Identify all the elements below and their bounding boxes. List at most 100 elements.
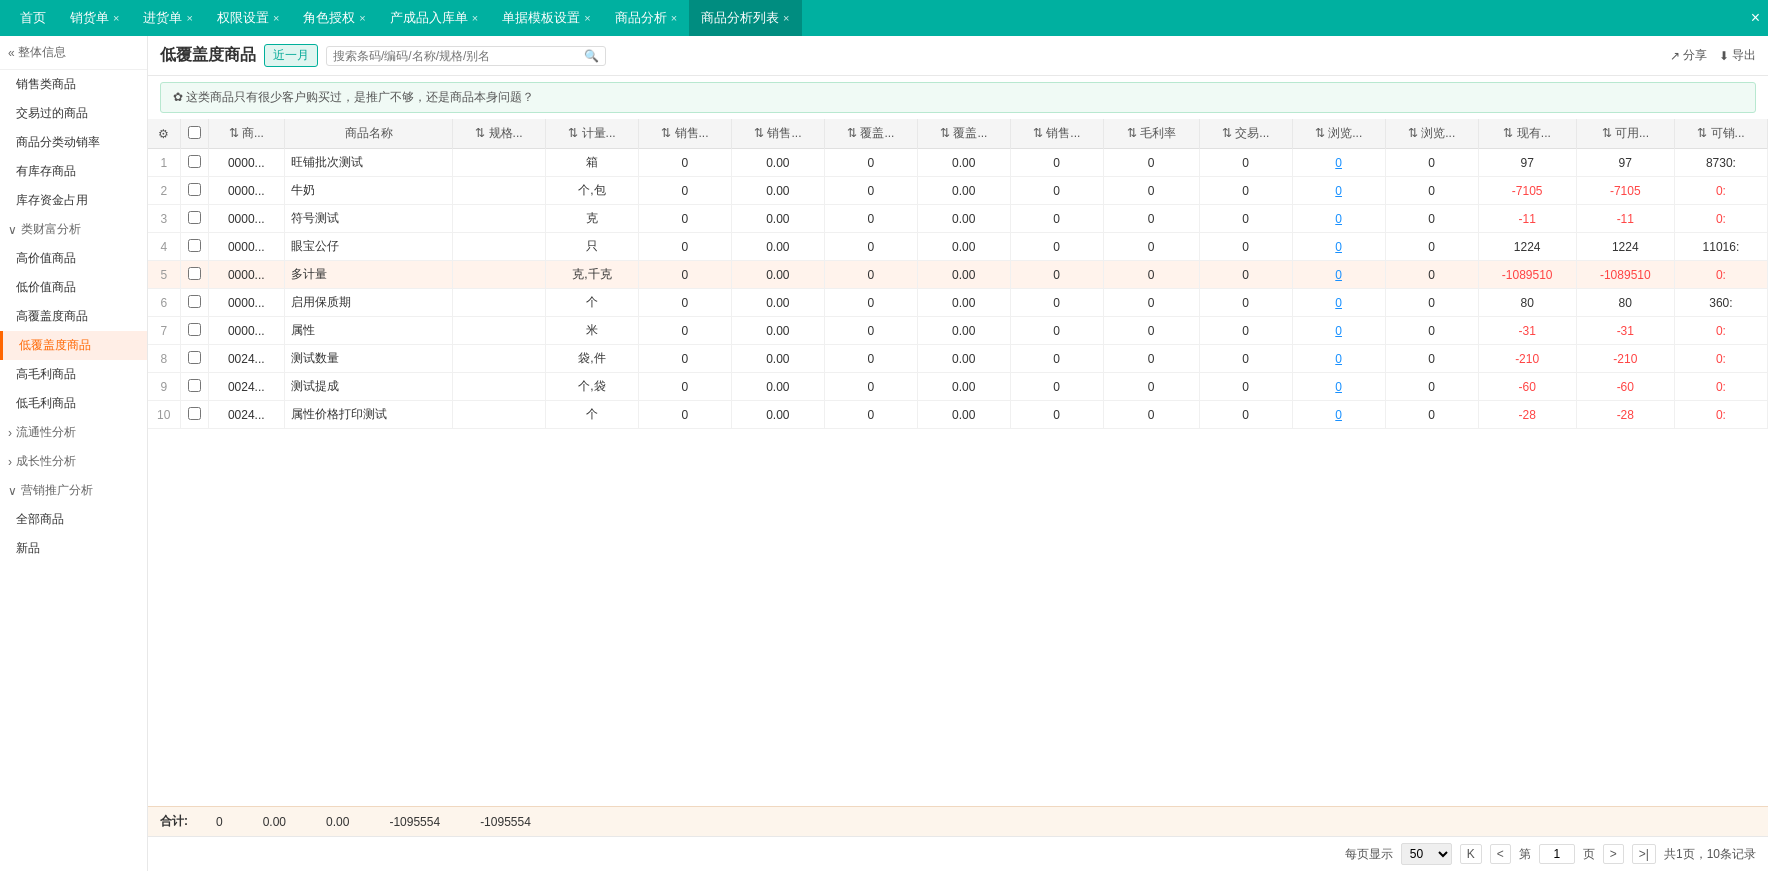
col-sales3[interactable]: ⇅ 销售...	[1010, 119, 1103, 149]
close-icon[interactable]: ×	[472, 12, 478, 24]
row-spec	[452, 289, 545, 317]
sidebar-item-sales-goods[interactable]: 销售类商品	[0, 70, 147, 99]
row-browse1[interactable]: 0	[1292, 401, 1385, 429]
row-number: 1	[148, 149, 180, 177]
row-cover1: 0	[824, 345, 917, 373]
col-sales-qty[interactable]: ⇅ 销售...	[638, 119, 731, 149]
row-browse1[interactable]: 0	[1292, 317, 1385, 345]
sidebar-item-low-value[interactable]: 低价值商品	[0, 273, 147, 302]
col-code[interactable]: ⇅ 商...	[208, 119, 285, 149]
row-browse1[interactable]: 0	[1292, 345, 1385, 373]
table-header-row: ⚙ ⇅ 商... 商品名称 ⇅ 规格... ⇅ 计量.	[148, 119, 1768, 149]
row-trade: 0	[1199, 149, 1292, 177]
close-icon[interactable]: ×	[186, 12, 192, 24]
col-name[interactable]: 商品名称	[285, 119, 453, 149]
share-button[interactable]: ↗ 分享	[1670, 47, 1707, 64]
sidebar-item-category-turnover[interactable]: 商品分类动销率	[0, 128, 147, 157]
close-icon[interactable]: ×	[584, 12, 590, 24]
nav-purchase[interactable]: 进货单 ×	[131, 0, 204, 36]
close-icon[interactable]: ×	[273, 12, 279, 24]
col-checkbox[interactable]	[180, 119, 208, 149]
row-browse1[interactable]: 0	[1292, 233, 1385, 261]
row-checkbox[interactable]	[180, 345, 208, 373]
search-icon[interactable]: 🔍	[584, 49, 599, 63]
col-cover2[interactable]: ⇅ 覆盖...	[917, 119, 1010, 149]
row-checkbox[interactable]	[180, 373, 208, 401]
sidebar-item-high-profit[interactable]: 高毛利商品	[0, 360, 147, 389]
row-profit-rate: 0	[1103, 373, 1199, 401]
nav-permissions[interactable]: 权限设置 ×	[205, 0, 291, 36]
close-icon[interactable]: ×	[671, 12, 677, 24]
sidebar-section-growth[interactable]: ›成长性分析	[0, 447, 147, 476]
col-available[interactable]: ⇅ 可用...	[1576, 119, 1674, 149]
sidebar-item-new-goods[interactable]: 新品	[0, 534, 147, 563]
sidebar-item-low-coverage[interactable]: 低覆盖度商品	[0, 331, 147, 360]
sidebar-item-high-coverage[interactable]: 高覆盖度商品	[0, 302, 147, 331]
nav-goods-analysis[interactable]: 商品分析 ×	[603, 0, 689, 36]
next-page-button[interactable]: >	[1603, 844, 1624, 864]
nav-home[interactable]: 首页	[8, 0, 58, 36]
row-checkbox[interactable]	[180, 177, 208, 205]
row-browse1[interactable]: 0	[1292, 205, 1385, 233]
row-code: 0000...	[208, 317, 285, 345]
row-checkbox[interactable]	[180, 401, 208, 429]
nav-production[interactable]: 产成品入库单 ×	[378, 0, 490, 36]
close-icon[interactable]: ×	[113, 12, 119, 24]
col-sellable[interactable]: ⇅ 可销...	[1674, 119, 1767, 149]
close-icon[interactable]: ×	[783, 12, 789, 24]
table-scroll-area[interactable]: ⚙ ⇅ 商... 商品名称 ⇅ 规格... ⇅ 计量.	[148, 119, 1768, 806]
nav-roles[interactable]: 角色授权 ×	[291, 0, 377, 36]
close-all-tabs-button[interactable]: ×	[1751, 9, 1760, 27]
col-browse1[interactable]: ⇅ 浏览...	[1292, 119, 1385, 149]
nav-goods-analysis-list[interactable]: 商品分析列表 ×	[689, 0, 801, 36]
sidebar-section-wealth[interactable]: ∨类财富分析	[0, 215, 147, 244]
col-cover1[interactable]: ⇅ 覆盖...	[824, 119, 917, 149]
search-input[interactable]	[333, 49, 584, 63]
settings-icon[interactable]: ⚙	[158, 127, 169, 141]
sidebar-item-in-stock[interactable]: 有库存商品	[0, 157, 147, 186]
sidebar-item-traded-goods[interactable]: 交易过的商品	[0, 99, 147, 128]
sidebar-item-low-profit[interactable]: 低毛利商品	[0, 389, 147, 418]
row-checkbox[interactable]	[180, 261, 208, 289]
row-checkbox[interactable]	[180, 317, 208, 345]
row-checkbox[interactable]	[180, 233, 208, 261]
export-icon: ⬇	[1719, 49, 1729, 63]
close-icon[interactable]: ×	[359, 12, 365, 24]
row-checkbox[interactable]	[180, 149, 208, 177]
filter-date-button[interactable]: 近一月	[264, 44, 318, 67]
row-checkbox[interactable]	[180, 205, 208, 233]
nav-sales[interactable]: 销货单 ×	[58, 0, 131, 36]
col-settings[interactable]: ⚙	[148, 119, 180, 149]
row-browse1[interactable]: 0	[1292, 149, 1385, 177]
total-cover2: 0.00	[326, 815, 349, 829]
page-size-select[interactable]: 10 20 50 100	[1401, 843, 1452, 865]
last-page-button[interactable]: >|	[1632, 844, 1656, 864]
sidebar-item-all-goods[interactable]: 全部商品	[0, 505, 147, 534]
col-current-stock[interactable]: ⇅ 现有...	[1478, 119, 1576, 149]
col-spec[interactable]: ⇅ 规格...	[452, 119, 545, 149]
sidebar-section-circulation[interactable]: ›流通性分析	[0, 418, 147, 447]
export-button[interactable]: ⬇ 导出	[1719, 47, 1756, 64]
sidebar-section-marketing[interactable]: ∨营销推广分析	[0, 476, 147, 505]
nav-template[interactable]: 单据模板设置 ×	[490, 0, 602, 36]
select-all-checkbox[interactable]	[188, 126, 201, 139]
row-trade: 0	[1199, 289, 1292, 317]
col-profit-rate[interactable]: ⇅ 毛利率	[1103, 119, 1199, 149]
first-page-button[interactable]: K	[1460, 844, 1482, 864]
page-number-input[interactable]	[1539, 844, 1575, 864]
col-browse2[interactable]: ⇅ 浏览...	[1385, 119, 1478, 149]
row-browse1[interactable]: 0	[1292, 261, 1385, 289]
row-browse1[interactable]: 0	[1292, 373, 1385, 401]
row-cover1: 0	[824, 205, 917, 233]
sidebar-item-high-value[interactable]: 高价值商品	[0, 244, 147, 273]
row-browse1[interactable]: 0	[1292, 289, 1385, 317]
row-browse1[interactable]: 0	[1292, 177, 1385, 205]
row-checkbox[interactable]	[180, 289, 208, 317]
col-trade[interactable]: ⇅ 交易...	[1199, 119, 1292, 149]
prev-page-button[interactable]: <	[1490, 844, 1511, 864]
sidebar-toggle[interactable]: « 整体信息	[0, 36, 147, 70]
col-unit[interactable]: ⇅ 计量...	[545, 119, 638, 149]
sidebar-item-inventory-capital[interactable]: 库存资金占用	[0, 186, 147, 215]
sort-icon: ⇅	[1222, 126, 1232, 140]
col-sales-amt[interactable]: ⇅ 销售...	[731, 119, 824, 149]
